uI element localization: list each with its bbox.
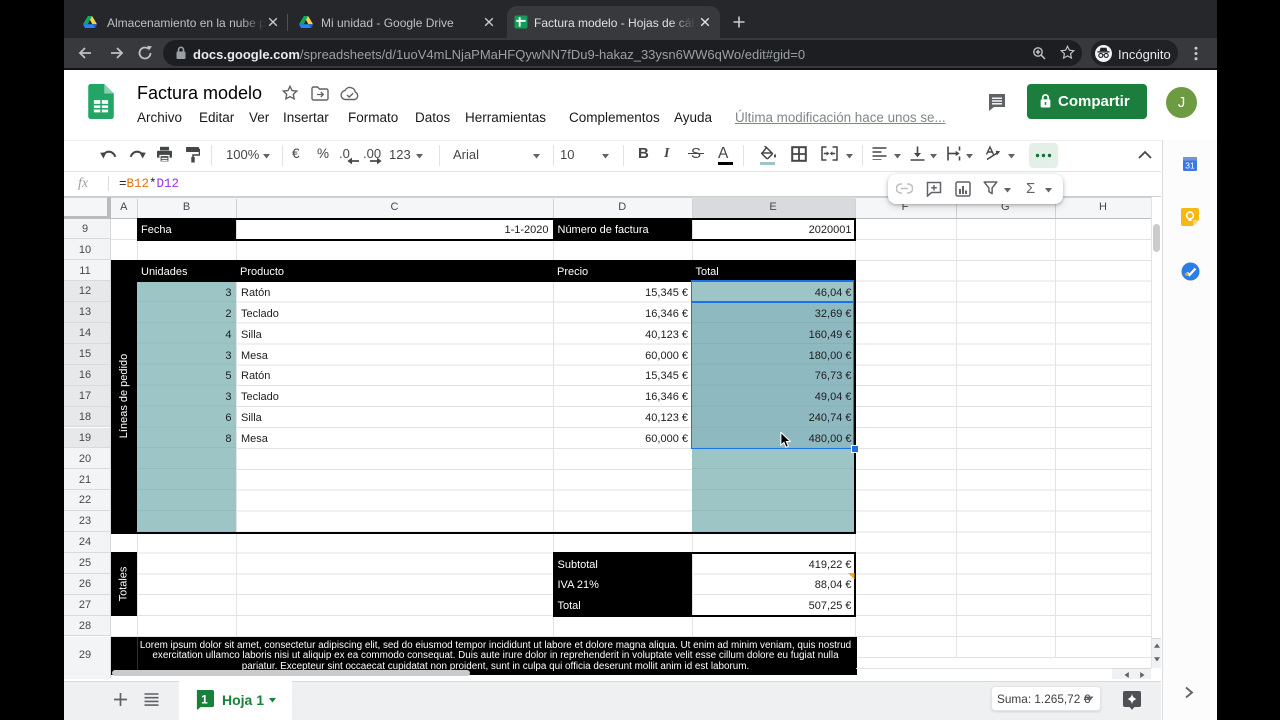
- svg-text:1: 1: [201, 693, 208, 707]
- svg-text:31: 31: [1185, 161, 1195, 171]
